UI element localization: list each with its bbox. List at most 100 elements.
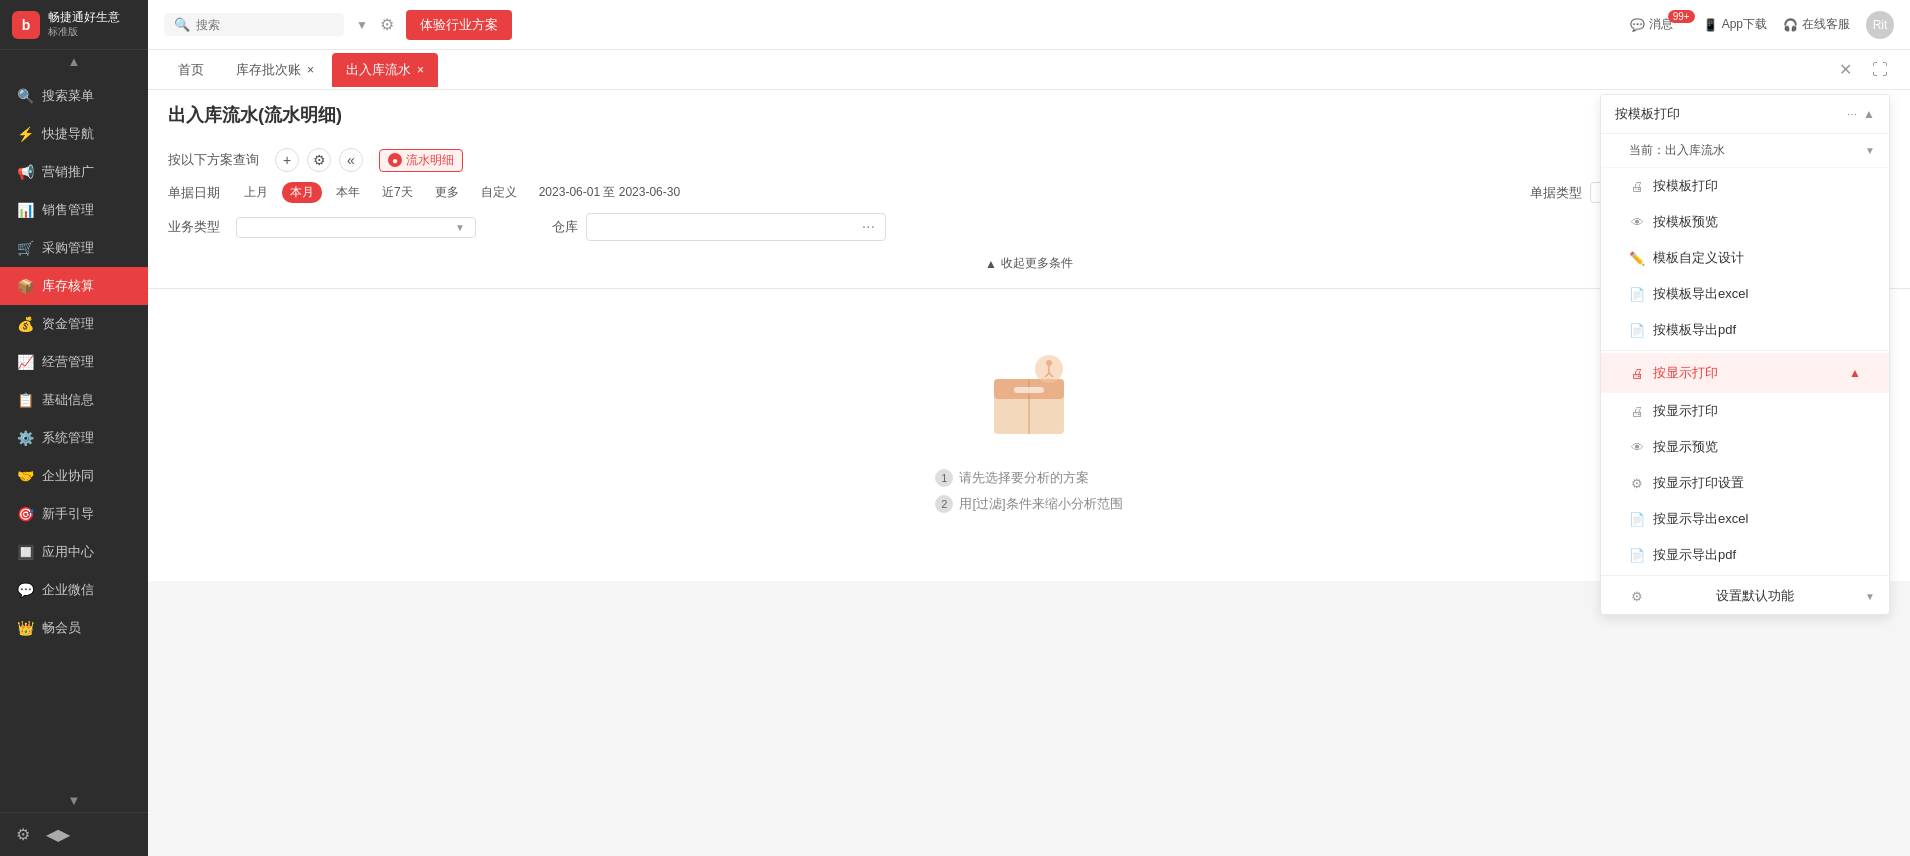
sidebar-item-inventory[interactable]: 📦 库存核算	[0, 267, 148, 305]
sidebar-item-member[interactable]: 👑 畅会员	[0, 609, 148, 647]
tab-bar-actions: ✕ ⛶	[1833, 58, 1894, 81]
user-avatar[interactable]: Rit	[1866, 11, 1894, 39]
dropdown-item-template-export-pdf[interactable]: 📄 按模板导出pdf	[1601, 312, 1889, 348]
inventory-icon: 📦	[16, 278, 34, 294]
dropdown-footer[interactable]: ⚙ 设置默认功能 ▼	[1601, 578, 1889, 614]
dropdown-item-display-export-excel[interactable]: 📄 按显示导出excel	[1601, 501, 1889, 537]
sidebar-footer: ⚙ ◀▶	[0, 812, 148, 856]
sidebar-item-shortcut-label: 快捷导航	[42, 125, 94, 143]
dropdown-item-display-preview[interactable]: 👁 按显示预览	[1601, 429, 1889, 465]
footer-expand-icon[interactable]: ◀▶	[46, 825, 70, 844]
dropdown-item-display-print[interactable]: 🖨 按显示打印	[1601, 393, 1889, 429]
dropdown-item-template-export-excel[interactable]: 📄 按模板导出excel	[1601, 276, 1889, 312]
display-print-settings-icon: ⚙	[1629, 475, 1645, 491]
warehouse-select[interactable]: ···	[586, 213, 886, 241]
date-tab-current-year[interactable]: 本年	[328, 182, 368, 203]
sidebar-scroll-down[interactable]: ▼	[0, 789, 148, 812]
sidebar-item-finance[interactable]: 💰 资金管理	[0, 305, 148, 343]
sidebar-item-shortcut[interactable]: ⚡ 快捷导航	[0, 115, 148, 153]
page-title: 出入库流水(流水明细)	[168, 103, 342, 127]
sidebar-item-member-label: 畅会员	[42, 619, 81, 637]
sidebar-item-marketing[interactable]: 📢 营销推广	[0, 153, 148, 191]
template-pdf-icon: 📄	[1629, 322, 1645, 338]
template-export-pdf-label: 按模板导出pdf	[1653, 321, 1736, 339]
display-collapse-btn[interactable]: ▲	[1835, 362, 1875, 384]
sales-icon: 📊	[16, 202, 34, 218]
tab-expand-button[interactable]: ⛶	[1866, 58, 1894, 81]
business-type-select[interactable]: ▼	[236, 217, 476, 238]
template-preview-label: 按模板预览	[1653, 213, 1718, 231]
date-tab-custom[interactable]: 自定义	[473, 182, 525, 203]
app-download-action[interactable]: 📱 App下载	[1703, 16, 1767, 33]
app-download-icon: 📱	[1703, 18, 1718, 32]
date-tab-current-month[interactable]: 本月	[282, 182, 322, 203]
sidebar-item-purchase-label: 采购管理	[42, 239, 94, 257]
date-tab-more[interactable]: 更多	[427, 182, 467, 203]
filter-add-button[interactable]: +	[275, 148, 299, 172]
tab-bar: 首页 库存批次账 × 出入库流水 × ✕ ⛶	[148, 50, 1910, 90]
sidebar-item-sales[interactable]: 📊 销售管理	[0, 191, 148, 229]
template-print-label: 按模板打印	[1653, 177, 1718, 195]
empty-tip-1: 1 请先选择要分析的方案	[935, 469, 1122, 487]
tab-batch[interactable]: 库存批次账 ×	[222, 53, 328, 87]
filter-settings-button[interactable]: ⚙	[307, 148, 331, 172]
sidebar-item-guide[interactable]: 🎯 新手引导	[0, 495, 148, 533]
dropdown-item-display-print-settings[interactable]: ⚙ 按显示打印设置	[1601, 465, 1889, 501]
sidebar-item-guide-label: 新手引导	[42, 505, 94, 523]
display-pdf-icon: 📄	[1629, 547, 1645, 563]
sidebar-scroll-up[interactable]: ▲	[0, 50, 148, 73]
tab-flow[interactable]: 出入库流水 ×	[332, 53, 438, 87]
tab-batch-close[interactable]: ×	[307, 63, 314, 77]
dots-icon[interactable]: ···	[1847, 107, 1857, 121]
business-type-label: 业务类型	[168, 218, 220, 236]
date-tab-7days[interactable]: 近7天	[374, 182, 421, 203]
display-print-label: 按显示打印	[1653, 402, 1718, 420]
display-section-label: 按显示打印	[1653, 364, 1718, 382]
sidebar-item-cooperation[interactable]: 🤝 企业协同	[0, 457, 148, 495]
filter-collapse-button[interactable]: «	[339, 148, 363, 172]
footer-settings-icon[interactable]: ⚙	[16, 825, 30, 844]
dropdown-item-display-header[interactable]: 🖨 按显示打印 ▲	[1601, 353, 1889, 393]
dropdown-item-template-print[interactable]: 🖨 按模板打印	[1601, 168, 1889, 204]
message-action[interactable]: 💬 消息 99+	[1630, 16, 1687, 33]
sidebar-item-operation-label: 经营管理	[42, 353, 94, 371]
svg-point-5	[1046, 360, 1052, 366]
date-range: 2023-06-01 至 2023-06-30	[539, 184, 680, 201]
dropdown-item-display-export-pdf[interactable]: 📄 按显示导出pdf	[1601, 537, 1889, 573]
warehouse-dots[interactable]: ···	[862, 218, 875, 236]
dropdown-current-item[interactable]: 当前：出入库流水 ▼	[1601, 134, 1889, 168]
dropdown-item-template-customize[interactable]: ✏️ 模板自定义设计	[1601, 240, 1889, 276]
header-dropdown-arrow[interactable]: ▼	[356, 18, 368, 32]
header-settings-icon[interactable]: ⚙	[380, 15, 394, 34]
sidebar-item-inventory-label: 库存核算	[42, 277, 94, 295]
sidebar-item-purchase[interactable]: 🛒 采购管理	[0, 229, 148, 267]
tab-flow-close[interactable]: ×	[417, 63, 424, 77]
sidebar-item-system[interactable]: ⚙️ 系统管理	[0, 419, 148, 457]
display-print-icon: 🖨	[1629, 403, 1645, 419]
dropdown-item-template-preview[interactable]: 👁 按模板预览	[1601, 204, 1889, 240]
sidebar-item-wechat[interactable]: 💬 企业微信	[0, 571, 148, 609]
dropdown-header: 按模板打印 ··· ▲	[1601, 95, 1889, 134]
tip-num-1: 1	[935, 469, 953, 487]
online-service-action[interactable]: 🎧 在线客服	[1783, 16, 1850, 33]
tab-home[interactable]: 首页	[164, 53, 218, 87]
trial-button[interactable]: 体验行业方案	[406, 10, 512, 40]
logo-name: 畅捷通好生意	[48, 10, 120, 26]
sidebar-item-search[interactable]: 🔍 搜索菜单	[0, 77, 148, 115]
system-icon: ⚙️	[16, 430, 34, 446]
chevron-up-icon[interactable]: ▲	[1863, 107, 1875, 121]
sidebar-item-basic[interactable]: 📋 基础信息	[0, 381, 148, 419]
header-search-box[interactable]: 🔍	[164, 13, 344, 36]
tab-home-label: 首页	[178, 61, 204, 79]
shortcut-icon: ⚡	[16, 126, 34, 142]
tab-close-button[interactable]: ✕	[1833, 58, 1858, 81]
dropdown-footer-label: 设置默认功能	[1716, 587, 1794, 605]
date-tab-last-month[interactable]: 上月	[236, 182, 276, 203]
sidebar-item-apps[interactable]: 🔲 应用中心	[0, 533, 148, 571]
sidebar-item-finance-label: 资金管理	[42, 315, 94, 333]
display-preview-icon: 👁	[1629, 439, 1645, 455]
sidebar-item-operation[interactable]: 📈 经营管理	[0, 343, 148, 381]
search-input[interactable]	[196, 18, 316, 32]
template-print-icon: 🖨	[1629, 178, 1645, 194]
search-icon: 🔍	[16, 88, 34, 104]
